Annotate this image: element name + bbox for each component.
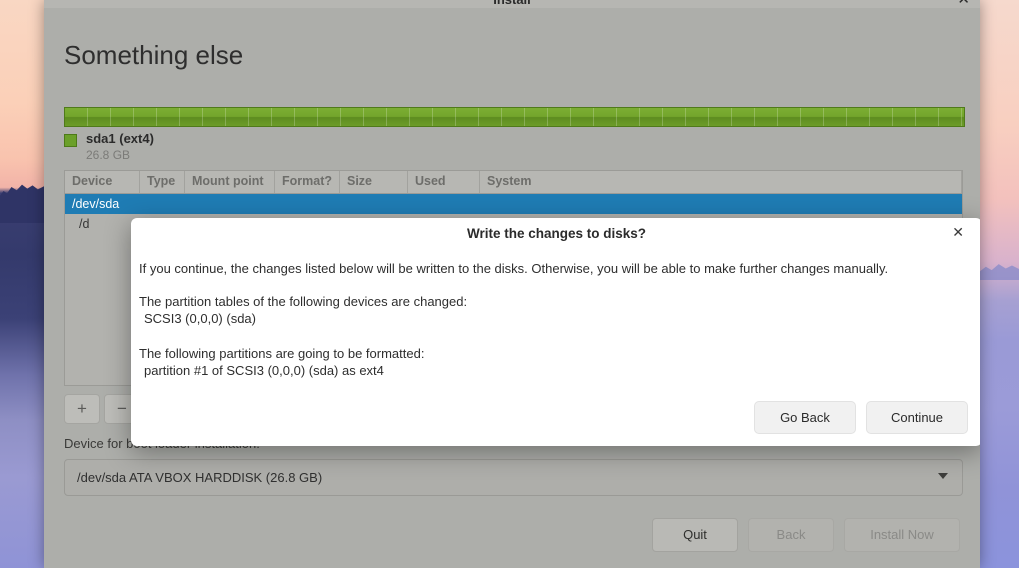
column-header-mount-point[interactable]: Mount point xyxy=(185,171,275,193)
cell-system xyxy=(480,194,962,214)
wallpaper-right-gradient xyxy=(980,0,1019,568)
cell-type xyxy=(140,194,185,214)
column-header-device[interactable]: Device xyxy=(65,171,140,193)
cell-mount-point xyxy=(185,194,275,214)
bootloader-selected-value: /dev/sda ATA VBOX HARDDISK (26.8 GB) xyxy=(77,470,323,485)
column-header-used[interactable]: Used xyxy=(408,171,480,193)
dialog-title: Write the changes to disks? xyxy=(466,226,647,241)
go-back-button[interactable]: Go Back xyxy=(754,401,856,434)
dialog-body: If you continue, the changes listed belo… xyxy=(139,260,974,397)
table-row[interactable]: /dev/sda xyxy=(65,194,962,214)
section-item: partition #1 of SCSI3 (0,0,0) (sda) as e… xyxy=(144,363,384,378)
section-heading: The partition tables of the following de… xyxy=(139,294,468,309)
legend-color-swatch xyxy=(64,134,77,147)
close-icon[interactable]: ✕ xyxy=(957,0,970,7)
cell-used xyxy=(408,194,480,214)
column-header-format[interactable]: Format? xyxy=(275,171,340,193)
wallpaper-mountain-right xyxy=(980,264,1019,280)
cell-device: /d xyxy=(79,217,90,231)
chevron-down-icon xyxy=(938,473,948,479)
section-item: SCSI3 (0,0,0) (sda) xyxy=(144,311,256,326)
column-header-type[interactable]: Type xyxy=(140,171,185,193)
installer-window: Install ✕ Something else sda1 (ext4) 26.… xyxy=(44,0,980,568)
legend-partition-size: 26.8 GB xyxy=(86,148,131,162)
dialog-intro-text: If you continue, the changes listed belo… xyxy=(139,261,889,276)
column-header-system[interactable]: System xyxy=(480,171,962,193)
back-button: Back xyxy=(748,518,834,552)
partition-usage-bar xyxy=(64,107,965,127)
window-titlebar: Install ✕ xyxy=(44,0,980,8)
close-icon[interactable]: ✕ xyxy=(952,225,964,242)
legend-partition-label: sda1 (ext4) xyxy=(86,131,154,146)
bootloader-device-select[interactable]: /dev/sda ATA VBOX HARDDISK (26.8 GB) xyxy=(64,459,963,496)
quit-button[interactable]: Quit xyxy=(652,518,738,552)
cell-format xyxy=(275,194,340,214)
dialog-button-group: Go Back Continue xyxy=(754,401,968,434)
add-partition-button[interactable]: + xyxy=(64,394,100,424)
dialog-section-partition-tables: The partition tables of the following de… xyxy=(139,293,974,327)
dialog-section-formatted-partitions: The following partitions are going to be… xyxy=(139,345,974,379)
continue-button[interactable]: Continue xyxy=(866,401,968,434)
table-header-row: Device Type Mount point Format? Size Use… xyxy=(65,171,962,194)
write-changes-dialog: Write the changes to disks? ✕ If you con… xyxy=(131,218,980,446)
window-title: Install xyxy=(44,0,980,8)
wallpaper-mountain-left xyxy=(0,184,44,223)
install-now-button: Install Now xyxy=(844,518,960,552)
page-title: Something else xyxy=(64,40,244,70)
section-heading: The following partitions are going to be… xyxy=(139,346,425,361)
cell-size xyxy=(340,194,408,214)
cell-device: /dev/sda xyxy=(72,197,120,211)
column-header-size[interactable]: Size xyxy=(340,171,408,193)
footer-button-group: Quit Back Install Now xyxy=(652,518,960,552)
